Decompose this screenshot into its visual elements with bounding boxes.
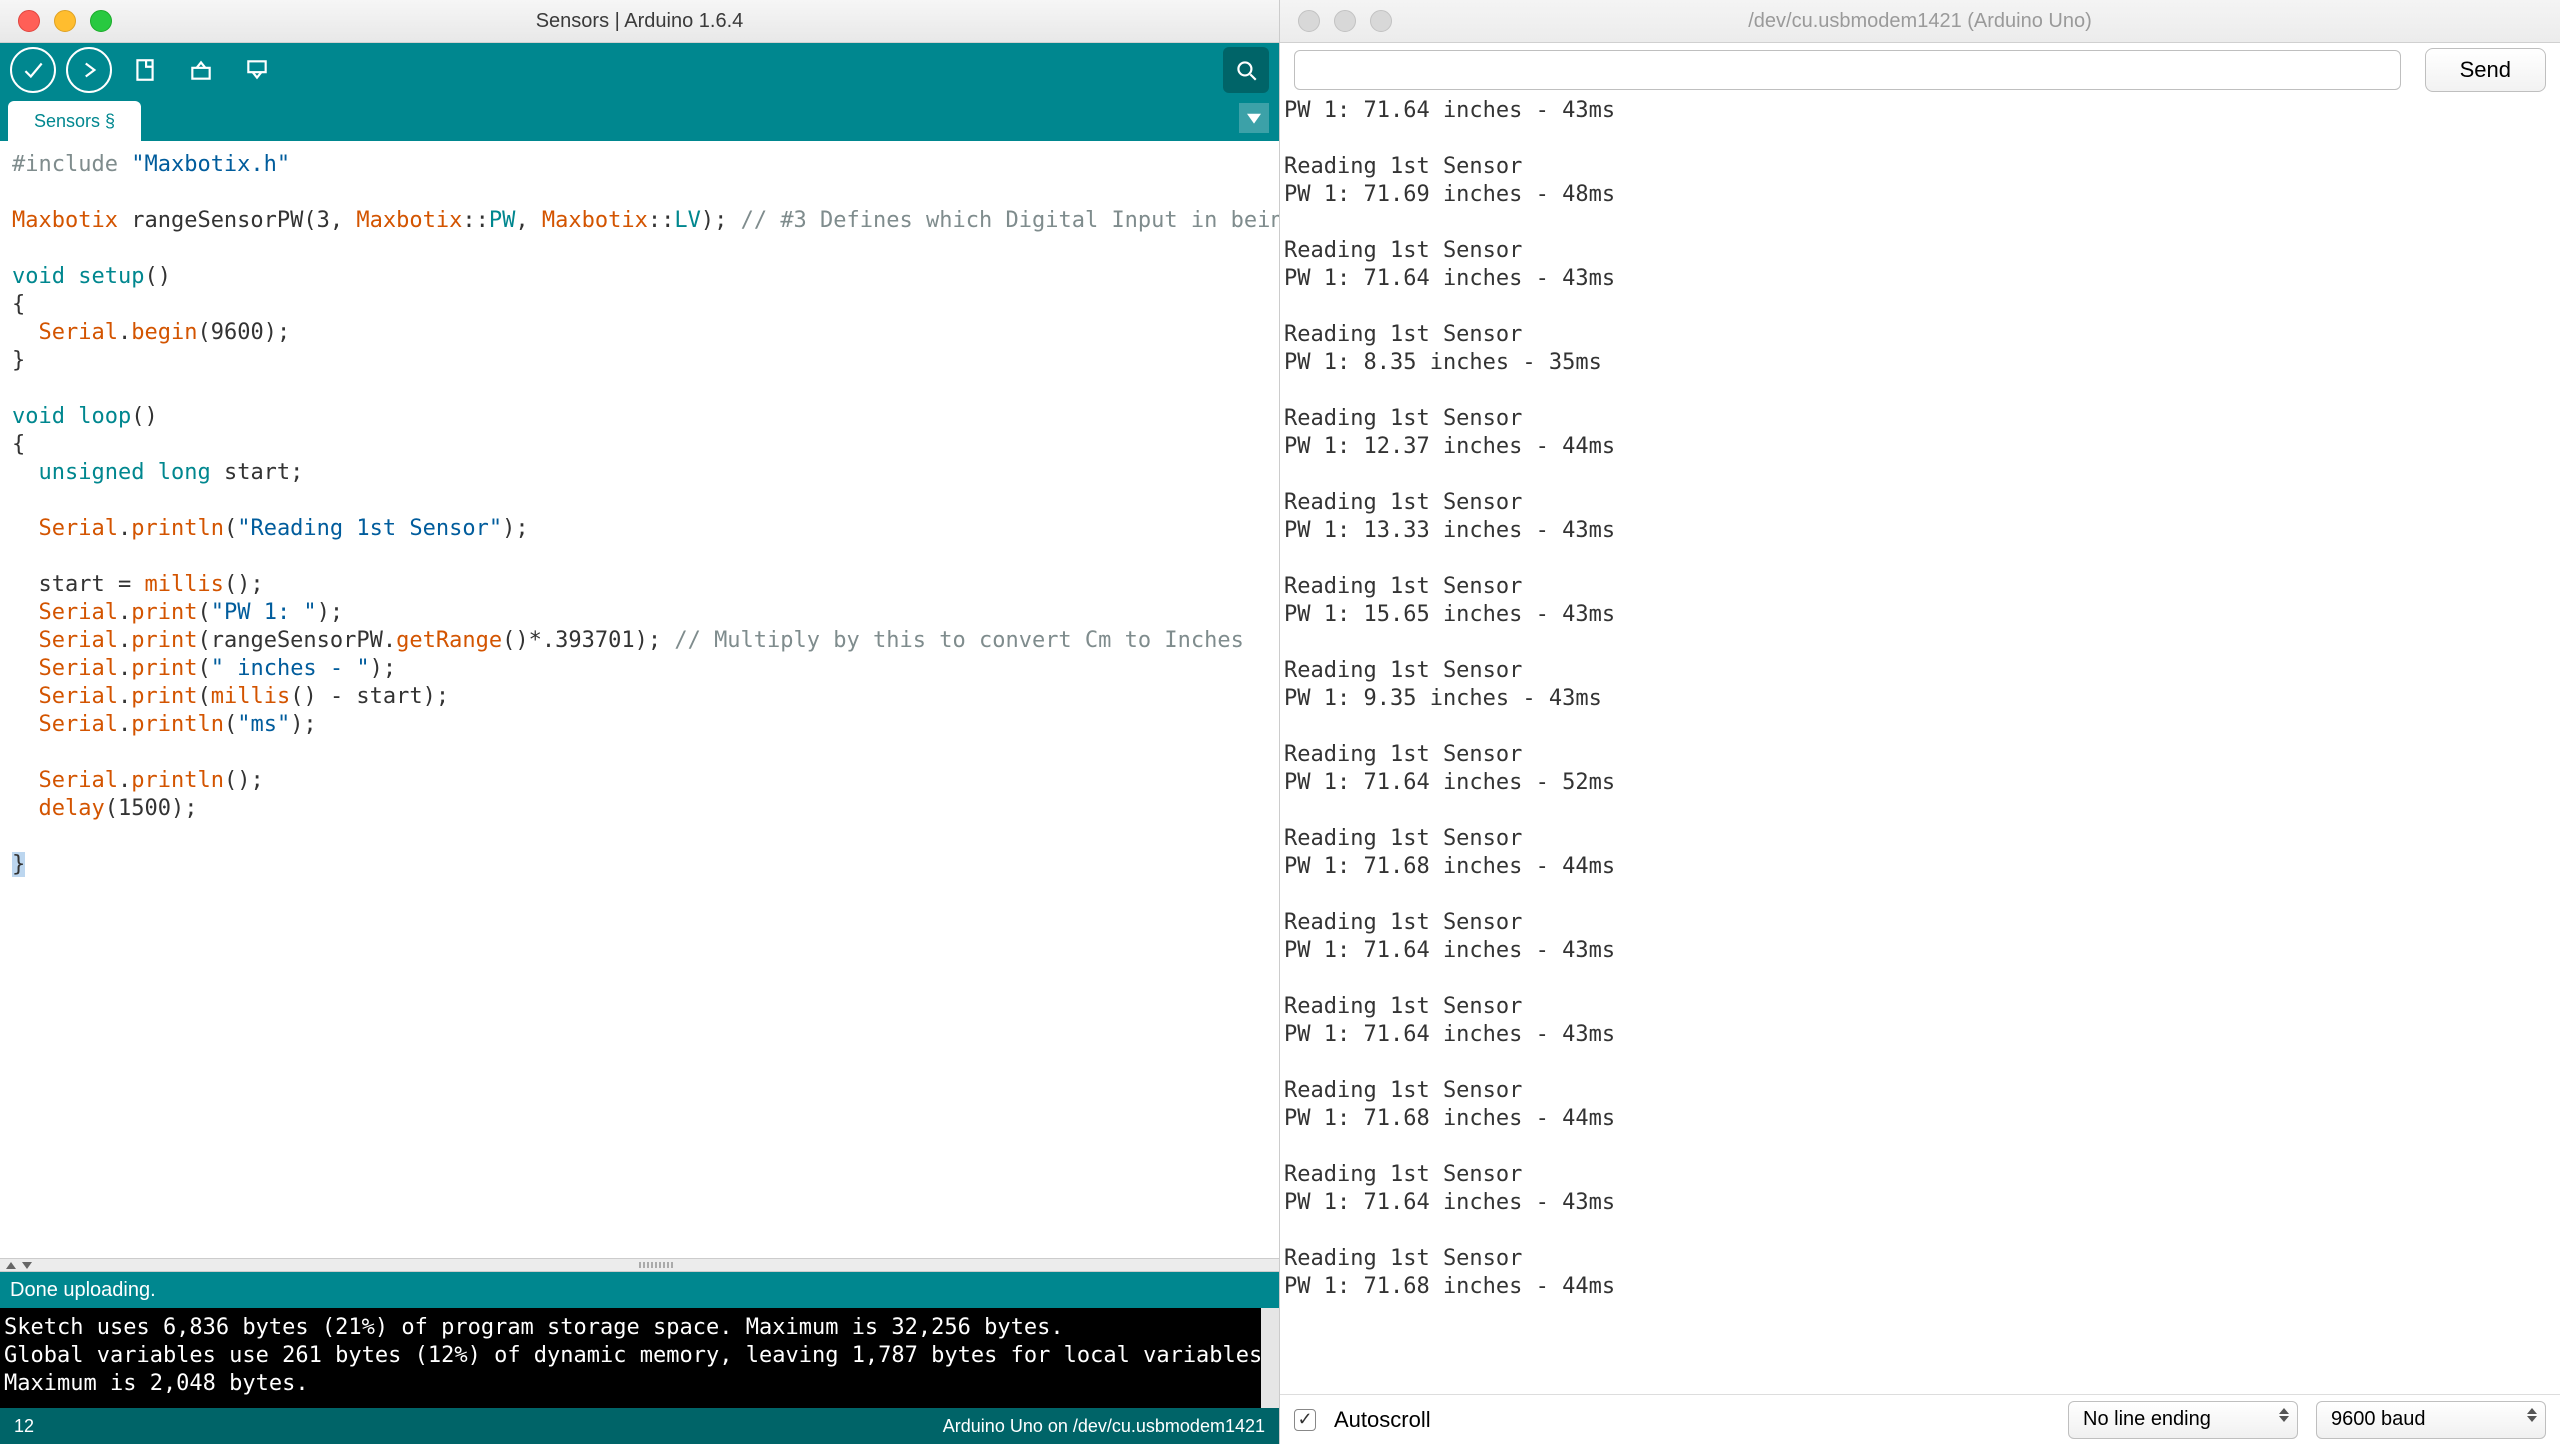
- serial-monitor-window: /dev/cu.usbmodem1421 (Arduino Uno) Send …: [1280, 0, 2560, 1444]
- build-console[interactable]: Sketch uses 6,836 bytes (21%) of program…: [0, 1308, 1261, 1408]
- console-scrollbar[interactable]: [1261, 1308, 1279, 1408]
- monitor-send-bar: Send: [1280, 43, 2560, 97]
- editor-titlebar[interactable]: Sensors | Arduino 1.6.4: [0, 0, 1279, 43]
- new-sketch-button[interactable]: [122, 47, 168, 93]
- zoom-icon[interactable]: [1370, 10, 1392, 32]
- cursor-line: 12: [14, 1416, 34, 1437]
- board-port: Arduino Uno on /dev/cu.usbmodem1421: [943, 1416, 1265, 1437]
- autoscroll-checkbox[interactable]: ✓: [1294, 1409, 1316, 1431]
- status-bar: Done uploading.: [0, 1272, 1279, 1308]
- minimize-icon[interactable]: [54, 10, 76, 32]
- monitor-title: /dev/cu.usbmodem1421 (Arduino Uno): [1280, 10, 2560, 33]
- minimize-icon[interactable]: [1334, 10, 1356, 32]
- monitor-footer: ✓ Autoscroll No line ending 9600 baud: [1280, 1394, 2560, 1444]
- autoscroll-label: Autoscroll: [1334, 1407, 1431, 1433]
- baud-select[interactable]: 9600 baud: [2316, 1401, 2546, 1439]
- tab-menu-button[interactable]: [1239, 103, 1269, 133]
- verify-button[interactable]: [10, 47, 56, 93]
- line-ending-select[interactable]: No line ending: [2068, 1401, 2298, 1439]
- close-icon[interactable]: [18, 10, 40, 32]
- zoom-icon[interactable]: [90, 10, 112, 32]
- editor-toolbar: [0, 43, 1279, 97]
- close-icon[interactable]: [1298, 10, 1320, 32]
- status-text: Done uploading.: [10, 1279, 156, 1302]
- monitor-titlebar[interactable]: /dev/cu.usbmodem1421 (Arduino Uno): [1280, 0, 2560, 43]
- arduino-ide-window: Sensors | Arduino 1.6.4 Sensors § #inclu…: [0, 0, 1280, 1444]
- code-editor[interactable]: #include "Maxbotix.h" Maxbotix rangeSens…: [0, 141, 1279, 1258]
- send-button[interactable]: Send: [2425, 48, 2546, 92]
- save-sketch-button[interactable]: [234, 47, 280, 93]
- serial-output[interactable]: PW 1: 71.64 inches - 43ms Reading 1st Se…: [1280, 97, 2560, 1394]
- editor-title: Sensors | Arduino 1.6.4: [0, 10, 1279, 33]
- tab-sensors[interactable]: Sensors §: [8, 101, 141, 141]
- serial-monitor-button[interactable]: [1223, 47, 1269, 93]
- console-splitter[interactable]: [0, 1258, 1279, 1272]
- editor-footer: 12 Arduino Uno on /dev/cu.usbmodem1421: [0, 1408, 1279, 1444]
- upload-button[interactable]: [66, 47, 112, 93]
- tab-label: Sensors §: [34, 111, 115, 132]
- open-sketch-button[interactable]: [178, 47, 224, 93]
- editor-tabstrip: Sensors §: [0, 97, 1279, 141]
- serial-input[interactable]: [1294, 50, 2401, 90]
